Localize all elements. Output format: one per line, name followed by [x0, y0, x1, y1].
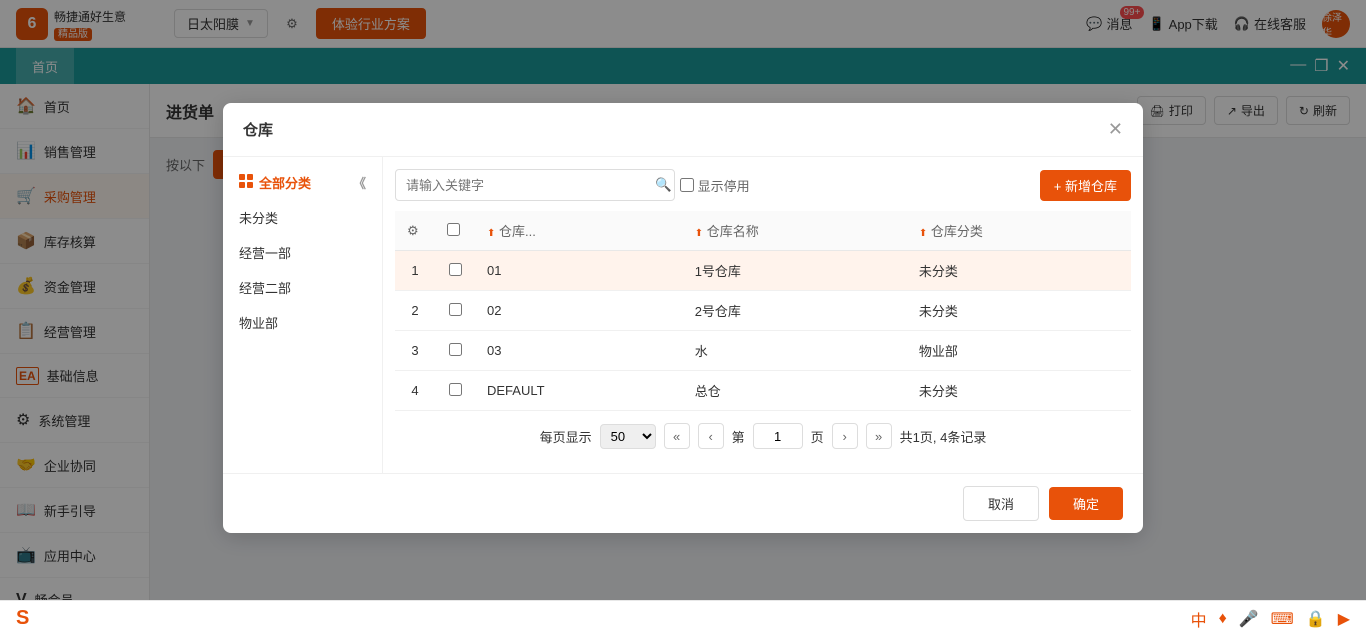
grid-icon — [239, 174, 253, 191]
table-row[interactable]: 4 DEFAULT 总仓 未分类 — [395, 371, 1131, 411]
table-toolbar: 🔍 显示停用 + 新增仓库 — [395, 169, 1131, 201]
lock-icon[interactable]: 🔒 — [1306, 609, 1326, 629]
show-disabled-checkbox[interactable] — [680, 178, 694, 192]
warehouse-table: ⚙ ⬆ 仓库... ⬆ 仓库名称 — [395, 211, 1131, 411]
table-area: 🔍 显示停用 + 新增仓库 ⚙ — [383, 157, 1143, 473]
table-body: 1 01 1号仓库 未分类 2 — [395, 251, 1131, 411]
category-item-ops2[interactable]: 经营二部 — [223, 270, 382, 305]
dialog-footer: 取消 确定 — [223, 473, 1143, 533]
table-row[interactable]: 2 02 2号仓库 未分类 — [395, 291, 1131, 331]
cell-category: 未分类 — [907, 251, 1131, 291]
s-logo: S — [16, 607, 29, 630]
cell-checkbox — [435, 371, 475, 411]
show-disabled-text: 显示停用 — [698, 176, 750, 195]
row-checkbox[interactable] — [449, 343, 462, 356]
bottom-bar: S 中 ♦ 🎤 ⌨ 🔒 ▶ — [0, 600, 1366, 636]
table-container: ⚙ ⬆ 仓库... ⬆ 仓库名称 — [395, 211, 1131, 411]
confirm-button[interactable]: 确定 — [1049, 487, 1123, 520]
cell-code: 02 — [475, 291, 683, 331]
cell-category: 未分类 — [907, 291, 1131, 331]
page-suffix: 页 — [811, 427, 824, 446]
dialog-header: 仓库 ✕ — [223, 103, 1143, 157]
cancel-button[interactable]: 取消 — [963, 486, 1039, 521]
select-all-checkbox[interactable] — [447, 223, 460, 236]
dialog-close-button[interactable]: ✕ — [1108, 119, 1123, 140]
show-disabled-label: 显示停用 — [680, 176, 750, 195]
pagination: 每页显示 50 10 20 100 « ‹ 第 页 › » 共1页, 4条记录 — [395, 411, 1131, 461]
table-head: ⚙ ⬆ 仓库... ⬆ 仓库名称 — [395, 211, 1131, 251]
cell-num: 2 — [395, 291, 435, 331]
category-label: 经营二部 — [239, 278, 291, 297]
category-label: 未分类 — [239, 208, 278, 227]
category-all-label: 全部分类 — [259, 173, 311, 192]
cell-checkbox — [435, 251, 475, 291]
cell-category: 物业部 — [907, 331, 1131, 371]
search-input[interactable] — [395, 169, 675, 201]
row-checkbox[interactable] — [449, 383, 462, 396]
first-page-button[interactable]: « — [664, 423, 690, 449]
category-item-all[interactable]: 全部分类 《 — [223, 165, 382, 200]
cell-checkbox — [435, 331, 475, 371]
th-gear[interactable]: ⚙ — [395, 211, 435, 251]
warehouse-dialog: 仓库 ✕ 全部分类 《 — [223, 103, 1143, 533]
cell-checkbox — [435, 291, 475, 331]
keyboard-icon[interactable]: ⌨ — [1271, 609, 1294, 629]
per-page-label: 每页显示 — [540, 427, 592, 446]
th-category[interactable]: ⬆ 仓库分类 — [907, 211, 1131, 251]
bottom-icons: 中 ♦ 🎤 ⌨ 🔒 ▶ — [1191, 607, 1350, 631]
next-page-button[interactable]: › — [832, 423, 858, 449]
category-item-ops1[interactable]: 经营一部 — [223, 235, 382, 270]
table-row[interactable]: 1 01 1号仓库 未分类 — [395, 251, 1131, 291]
search-button[interactable]: 🔍 — [655, 177, 672, 193]
dialog-body: 全部分类 《 未分类 经营一部 经营二部 物业部 — [223, 157, 1143, 473]
category-item-unclassified[interactable]: 未分类 — [223, 200, 382, 235]
cell-num: 4 — [395, 371, 435, 411]
page-label: 第 — [732, 427, 745, 446]
th-code[interactable]: ⬆ 仓库... — [475, 211, 683, 251]
category-label: 经营一部 — [239, 243, 291, 262]
sort-icon-name: ⬆ — [695, 228, 703, 239]
cell-code: 03 — [475, 331, 683, 371]
cell-num: 1 — [395, 251, 435, 291]
table-row[interactable]: 3 03 水 物业部 — [395, 331, 1131, 371]
cell-name: 总仓 — [683, 371, 907, 411]
dialog-title: 仓库 — [243, 119, 273, 140]
page-number-input[interactable] — [753, 423, 803, 449]
total-records: 共1页, 4条记录 — [900, 427, 987, 446]
cell-code: DEFAULT — [475, 371, 683, 411]
category-label: 物业部 — [239, 313, 278, 332]
play-icon[interactable]: ▶ — [1338, 609, 1350, 629]
lang-icon[interactable]: 中 — [1191, 607, 1207, 631]
input-icon[interactable]: ♦ — [1219, 610, 1227, 628]
category-item-property[interactable]: 物业部 — [223, 305, 382, 340]
mic-icon[interactable]: 🎤 — [1239, 609, 1259, 629]
th-name[interactable]: ⬆ 仓库名称 — [683, 211, 907, 251]
sort-icon-code: ⬆ — [487, 228, 495, 239]
modal-overlay: 仓库 ✕ 全部分类 《 — [0, 0, 1366, 636]
row-checkbox[interactable] — [449, 303, 462, 316]
sort-icon-category: ⬆ — [919, 228, 927, 239]
row-checkbox[interactable] — [449, 263, 462, 276]
collapse-icon[interactable]: 《 — [353, 173, 366, 192]
add-warehouse-button[interactable]: + 新增仓库 — [1040, 170, 1131, 201]
cell-name: 2号仓库 — [683, 291, 907, 331]
category-sidebar: 全部分类 《 未分类 经营一部 经营二部 物业部 — [223, 157, 383, 473]
per-page-select[interactable]: 50 10 20 100 — [600, 424, 656, 449]
cell-code: 01 — [475, 251, 683, 291]
cell-category: 未分类 — [907, 371, 1131, 411]
prev-page-button[interactable]: ‹ — [698, 423, 724, 449]
last-page-button[interactable]: » — [866, 423, 892, 449]
cell-name: 1号仓库 — [683, 251, 907, 291]
th-checkbox — [435, 211, 475, 251]
cell-name: 水 — [683, 331, 907, 371]
cell-num: 3 — [395, 331, 435, 371]
